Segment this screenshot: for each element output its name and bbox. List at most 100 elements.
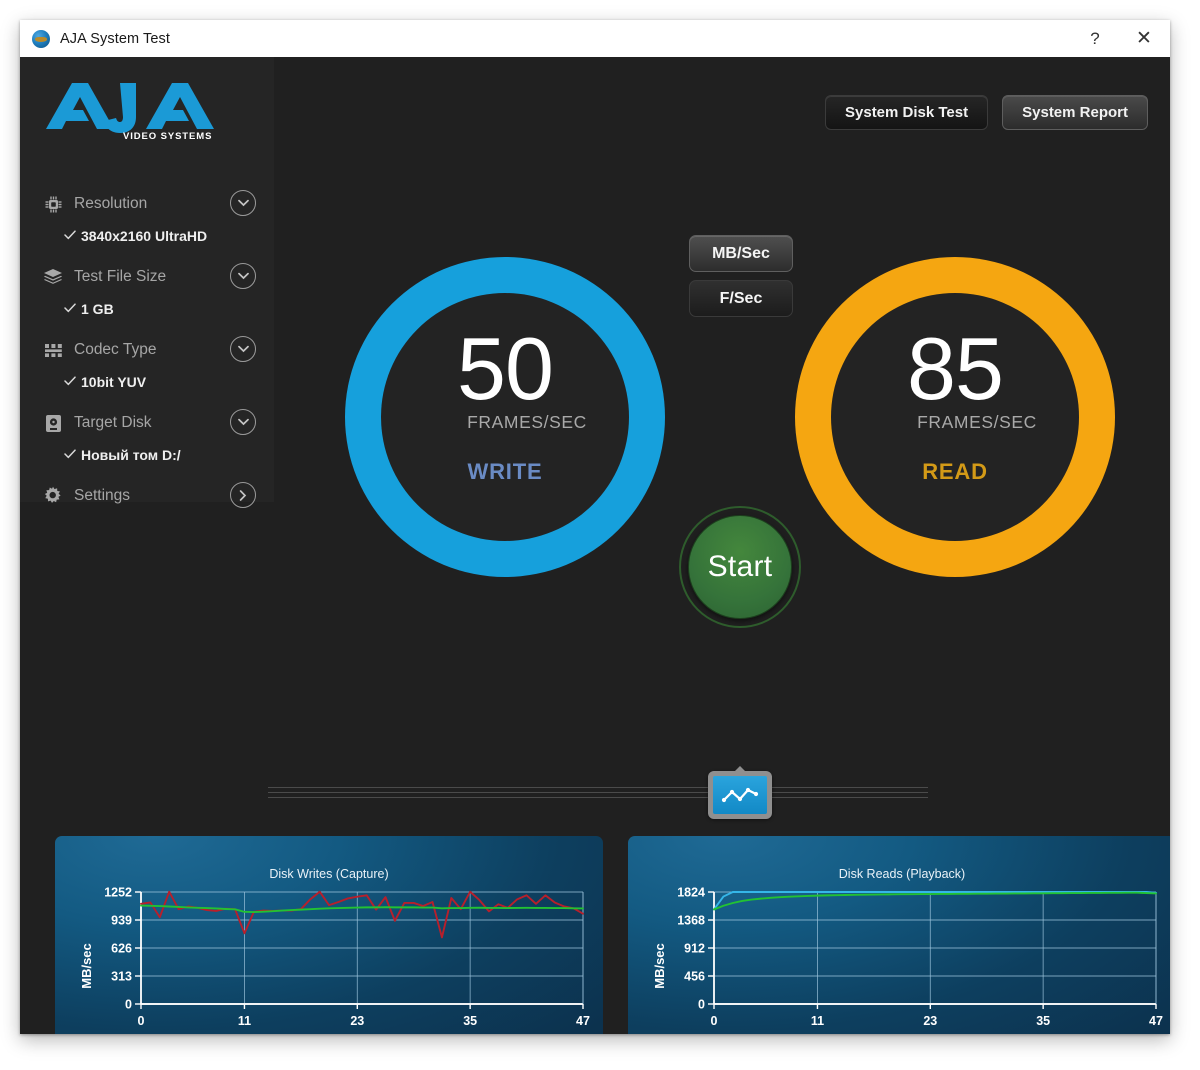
units-mbsec-button[interactable]: MB/Sec (689, 235, 793, 272)
chevron-down-icon[interactable] (230, 263, 256, 289)
chart-title-disk-reads: Disk Reads (Playback) (839, 867, 965, 881)
chart-ylabel-disk-reads: MB/sec (652, 943, 667, 989)
system-disk-test-button[interactable]: System Disk Test (825, 95, 988, 130)
sidebar-label-settings: Settings (74, 487, 130, 505)
top-actions: System Disk Test System Report (825, 95, 1148, 130)
app-window: AJA System Test ? ✕ VIDEO SYSTEMS (20, 20, 1170, 1034)
sidebar-value-text-test-file-size: 1 GB (81, 301, 114, 317)
splitter-line (268, 787, 928, 788)
chart-plot-disk-writes: 0 313 626 939 1252 0 11 23 35 47 (104, 886, 590, 1029)
sidebar-item-test-file-size[interactable]: Test File Size (20, 260, 274, 294)
charts-area: Disk Writes (Capture) Frame number MB/se… (20, 836, 1170, 1034)
start-button-wrap: Start (679, 506, 801, 628)
sidebar-label-codec-type: Codec Type (74, 341, 156, 359)
gear-icon (42, 485, 64, 507)
gauge-write-units: FRAMES/SEC (467, 412, 587, 433)
sidebar-item-codec-type[interactable]: Codec Type (20, 333, 274, 367)
splitter-line (268, 792, 928, 793)
svg-text:47: 47 (576, 1014, 590, 1028)
splitter-line (268, 797, 928, 798)
svg-text:11: 11 (238, 1014, 251, 1028)
chart-svg-disk-reads: Disk Reads (Playback) Frame number MB/se… (628, 836, 1170, 1034)
sidebar-value-text-resolution: 3840x2160 UltraHD (81, 228, 207, 244)
gauge-read-inner: 85 FRAMES/SEC READ (831, 293, 1079, 541)
chart-plot-disk-reads: 0 456 912 1368 1824 0 11 23 35 47 (677, 886, 1163, 1029)
svg-text:0: 0 (698, 998, 705, 1012)
chevron-down-icon[interactable] (230, 336, 256, 362)
gauge-read-label: READ (922, 459, 988, 485)
gauge-write-label: WRITE (468, 459, 543, 485)
svg-text:1368: 1368 (677, 914, 705, 928)
close-button[interactable]: ✕ (1118, 21, 1170, 57)
sidebar-label-resolution: Resolution (74, 195, 147, 213)
check-icon (64, 227, 76, 239)
aja-logo-subtitle: VIDEO SYSTEMS (123, 131, 212, 142)
chart-title-disk-writes: Disk Writes (Capture) (269, 867, 388, 881)
title-bar: AJA System Test ? ✕ (20, 20, 1170, 58)
grid-icon (42, 339, 64, 361)
splitter-lines (268, 787, 928, 798)
svg-text:23: 23 (350, 1014, 364, 1028)
svg-text:626: 626 (111, 942, 132, 956)
svg-text:456: 456 (684, 970, 705, 984)
sidebar-label-test-file-size: Test File Size (74, 268, 166, 286)
svg-text:35: 35 (1036, 1014, 1050, 1028)
sidebar-value-test-file-size[interactable]: 1 GB (20, 294, 274, 324)
gauge-write: 50 FRAMES/SEC WRITE (345, 257, 665, 577)
help-button[interactable]: ? (1072, 21, 1118, 57)
line-chart-icon (713, 776, 767, 814)
sidebar-group-target-disk: Target Disk Новый том D:/ (20, 406, 274, 470)
sidebar-item-resolution[interactable]: Resolution (20, 187, 274, 221)
svg-text:912: 912 (684, 942, 705, 956)
sidebar-value-resolution[interactable]: 3840x2160 UltraHD (20, 221, 274, 251)
chart-toggle-handle[interactable] (708, 771, 772, 819)
svg-text:0: 0 (711, 1014, 718, 1028)
sidebar: VIDEO SYSTEMS (20, 57, 274, 502)
svg-text:0: 0 (138, 1014, 145, 1028)
sidebar-item-target-disk[interactable]: Target Disk (20, 406, 274, 440)
svg-text:47: 47 (1149, 1014, 1163, 1028)
units-fsec-button[interactable]: F/Sec (689, 280, 793, 317)
sidebar-value-text-codec-type: 10bit YUV (81, 374, 146, 390)
screen: AJA System Test ? ✕ VIDEO SYSTEMS (0, 0, 1200, 1070)
sidebar-value-target-disk[interactable]: Новый том D:/ (20, 440, 274, 470)
sidebar-value-text-target-disk: Новый том D:/ (81, 447, 181, 463)
gauge-read: 85 FRAMES/SEC READ (795, 257, 1115, 577)
svg-text:1252: 1252 (104, 886, 132, 900)
svg-text:35: 35 (463, 1014, 477, 1028)
sidebar-item-settings[interactable]: Settings (20, 479, 274, 513)
chevron-down-icon[interactable] (230, 190, 256, 216)
app-body: VIDEO SYSTEMS (20, 57, 1170, 1034)
gauge-read-value: 85 (907, 329, 1003, 410)
svg-text:313: 313 (111, 970, 132, 984)
sidebar-group-codec-type: Codec Type 10bit YUV (20, 333, 274, 397)
gauge-write-inner: 50 FRAMES/SEC WRITE (381, 293, 629, 541)
start-button[interactable]: Start (688, 515, 792, 619)
sidebar-label-target-disk: Target Disk (74, 414, 152, 432)
chevron-right-icon[interactable] (230, 482, 256, 508)
window-title: AJA System Test (60, 31, 170, 47)
sidebar-group-settings: Settings (20, 479, 274, 513)
units-toggle-group: MB/Sec F/Sec (689, 235, 793, 317)
chart-panel-disk-writes[interactable]: Disk Writes (Capture) Frame number MB/se… (55, 836, 603, 1034)
stack-icon (42, 266, 64, 288)
chip-icon (42, 193, 64, 215)
system-report-button[interactable]: System Report (1002, 95, 1148, 130)
chevron-down-icon[interactable] (230, 409, 256, 435)
svg-text:11: 11 (811, 1014, 824, 1028)
svg-text:23: 23 (923, 1014, 937, 1028)
gauge-write-value: 50 (457, 329, 553, 410)
chart-panel-disk-reads[interactable]: Disk Reads (Playback) Frame number MB/se… (628, 836, 1170, 1034)
svg-text:0: 0 (125, 998, 132, 1012)
hdd-icon (42, 412, 64, 434)
check-icon (64, 446, 76, 458)
chart-ylabel-disk-writes: MB/sec (79, 943, 94, 989)
aja-app-icon (32, 30, 50, 48)
svg-text:939: 939 (111, 914, 132, 928)
check-icon (64, 373, 76, 385)
gauge-read-units: FRAMES/SEC (917, 412, 1037, 433)
sidebar-group-resolution: Resolution 3840x2160 UltraHD (20, 187, 274, 251)
svg-text:1824: 1824 (677, 886, 705, 900)
sidebar-value-codec-type[interactable]: 10bit YUV (20, 367, 274, 397)
chart-svg-disk-writes: Disk Writes (Capture) Frame number MB/se… (55, 836, 603, 1034)
